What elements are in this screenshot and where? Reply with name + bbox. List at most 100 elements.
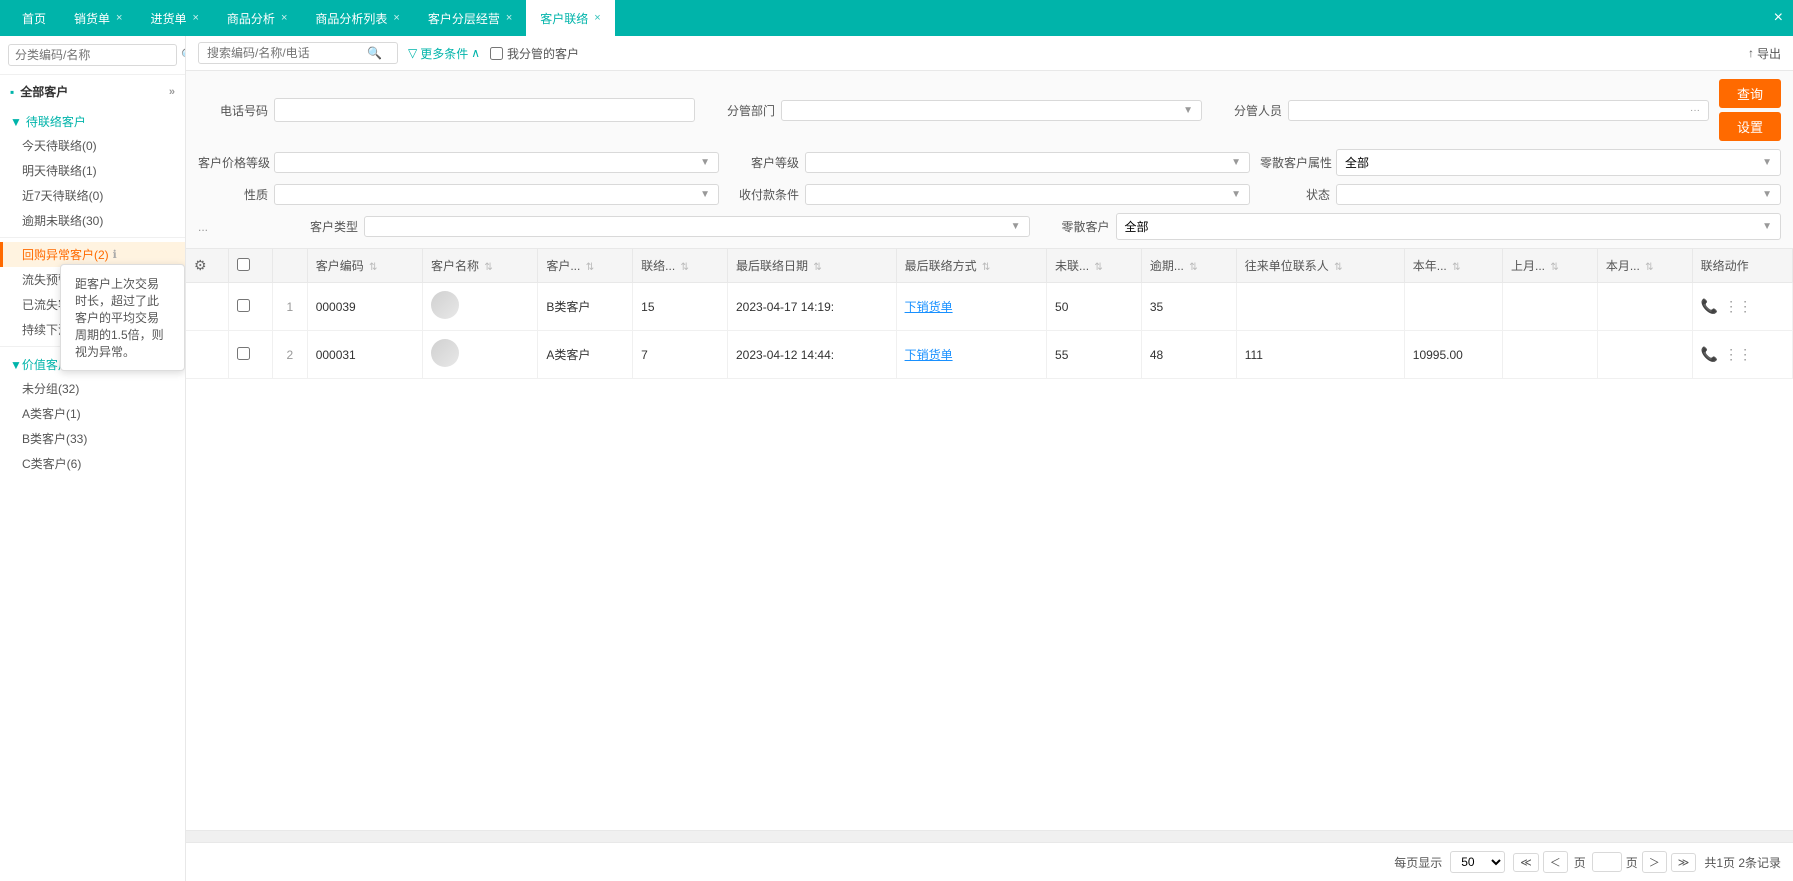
col-last-method[interactable]: 最后联络方式 ⇅ [896, 249, 1046, 283]
sidebar-search-input[interactable] [8, 44, 177, 66]
nav-customer-contact-close[interactable]: × [594, 12, 600, 24]
col-name[interactable]: 客户名称 ⇅ [423, 249, 538, 283]
col-company-contact-sort-icon[interactable]: ⇅ [1334, 262, 1342, 273]
page-size-select[interactable]: 50 100 200 [1450, 851, 1505, 873]
col-last-method-sort-icon[interactable]: ⇅ [982, 262, 990, 273]
page-input[interactable]: 1 [1592, 852, 1622, 872]
customer-level-select[interactable]: ▼ [805, 152, 1250, 173]
col-this-year[interactable]: 本年... ⇅ [1404, 249, 1502, 283]
col-uncontact-sort-icon[interactable]: ⇅ [1094, 262, 1102, 273]
nav-customer-seg-close[interactable]: × [506, 12, 512, 24]
sidebar-item-c-class[interactable]: C类客户(6) [0, 451, 185, 476]
col-check[interactable] [229, 249, 273, 283]
cell-check[interactable] [229, 283, 273, 331]
nav-customer-contact[interactable]: 客户联络 × [526, 0, 614, 36]
horizontal-scrollbar[interactable] [186, 830, 1793, 842]
col-this-year-label: 本年... [1413, 259, 1447, 273]
status-select[interactable]: ▼ [1336, 184, 1781, 205]
sidebar-search-icon[interactable]: 🔍 [181, 48, 186, 62]
sidebar-all-customers[interactable]: ▪ 全部客户 » [0, 75, 185, 108]
sidebar-item-today[interactable]: 今天待联络(0) [0, 133, 185, 158]
col-last-date[interactable]: 最后联络日期 ⇅ [728, 249, 897, 283]
col-company-contact[interactable]: 往来单位联系人 ⇅ [1236, 249, 1404, 283]
nav-sales-close[interactable]: × [116, 12, 122, 24]
next-page-btn[interactable]: ＞ [1642, 851, 1667, 873]
cell-last-method[interactable]: 下销货单 [896, 283, 1046, 331]
export-button[interactable]: ↑ 导出 [1748, 45, 1781, 62]
sidebar-item-7days[interactable]: 近7天待联络(0) [0, 183, 185, 208]
col-type[interactable]: 客户... ⇅ [538, 249, 633, 283]
nav-analysis-list-close[interactable]: × [393, 12, 399, 24]
last-method-link[interactable]: 下销货单 [905, 348, 953, 362]
nav-home[interactable]: 首页 [8, 0, 60, 36]
sidebar-item-overdue[interactable]: 逾期未联络(30) [0, 208, 185, 233]
my-customer-checkbox[interactable]: 我分管的客户 [490, 45, 579, 62]
sidebar-item-a-class[interactable]: A类客户(1) [0, 401, 185, 426]
sidebar-repurchase-info-icon: ℹ [113, 248, 117, 261]
cell-last-method[interactable]: 下销货单 [896, 331, 1046, 379]
col-last-date-sort-icon[interactable]: ⇅ [813, 262, 821, 273]
manager-select[interactable]: ··· [1288, 100, 1709, 121]
nav-purchase-close[interactable]: × [192, 12, 198, 24]
dept-select[interactable]: ▼ [781, 100, 1202, 121]
col-this-year-sort-icon[interactable]: ⇅ [1452, 262, 1460, 273]
col-this-month[interactable]: 本月... ⇅ [1597, 249, 1692, 283]
nav-analysis-close[interactable]: × [281, 12, 287, 24]
price-level-label: 客户价格等级 [198, 154, 268, 171]
action-phone-icon[interactable]: 📞 [1701, 298, 1718, 315]
retail-attr-select[interactable]: 全部▼ [1336, 149, 1781, 176]
first-page-btn[interactable]: ≪ [1513, 853, 1539, 872]
search-input[interactable] [207, 46, 367, 60]
retail-customer-select[interactable]: 全部▼ [1116, 213, 1782, 240]
col-uncontact-label: 未联... [1055, 259, 1089, 273]
col-this-month-sort-icon[interactable]: ⇅ [1645, 262, 1653, 273]
last-page-btn[interactable]: ≫ [1671, 853, 1697, 872]
last-method-link[interactable]: 下销货单 [905, 300, 953, 314]
action-more-icon[interactable]: ⋮⋮ [1724, 346, 1752, 363]
col-settings[interactable]: ⚙ [186, 249, 229, 283]
col-name-sort-icon[interactable]: ⇅ [484, 262, 492, 273]
nav-analysis[interactable]: 商品分析 × [213, 0, 301, 36]
col-code[interactable]: 客户编码 ⇅ [307, 249, 422, 283]
sidebar-item-tomorrow[interactable]: 明天待联络(1) [0, 158, 185, 183]
nav-customer-seg[interactable]: 客户分层经营 × [414, 0, 526, 36]
col-overdue[interactable]: 逾期... ⇅ [1141, 249, 1236, 283]
nav-purchase[interactable]: 进货单 × [136, 0, 212, 36]
nav-sales[interactable]: 销货单 × [60, 0, 136, 36]
query-button[interactable]: 查询 [1719, 79, 1781, 108]
action-phone-icon[interactable]: 📞 [1701, 346, 1718, 363]
row-checkbox[interactable] [237, 299, 250, 312]
cell-code: 000031 [307, 331, 422, 379]
col-contact[interactable]: 联络... ⇅ [633, 249, 728, 283]
select-all-checkbox[interactable] [237, 258, 250, 271]
customer-type-select[interactable]: ▼ [364, 216, 1030, 237]
search-bar-icon[interactable]: 🔍 [367, 46, 382, 60]
col-last-month-sort-icon[interactable]: ⇅ [1550, 262, 1558, 273]
close-all-button[interactable]: × [1774, 9, 1783, 27]
gender-select[interactable]: ▼ [274, 184, 719, 205]
phone-input[interactable] [274, 98, 695, 122]
col-last-method-label: 最后联络方式 [905, 259, 977, 273]
col-contact-sort-icon[interactable]: ⇅ [681, 262, 689, 273]
sidebar-collapse-btn[interactable]: » [169, 86, 175, 98]
col-last-month[interactable]: 上月... ⇅ [1502, 249, 1597, 283]
sidebar-pending-group[interactable]: ▼ 待联络客户 [0, 108, 185, 133]
row-checkbox[interactable] [237, 347, 250, 360]
customer-avatar [431, 339, 459, 367]
col-overdue-sort-icon[interactable]: ⇅ [1189, 262, 1197, 273]
sidebar-item-b-class[interactable]: B类客户(33) [0, 426, 185, 451]
col-uncontact[interactable]: 未联... ⇅ [1047, 249, 1142, 283]
action-more-icon[interactable]: ⋮⋮ [1724, 298, 1752, 315]
table-settings-icon[interactable]: ⚙ [194, 257, 207, 273]
sidebar-item-ungrouped[interactable]: 未分组(32) [0, 376, 185, 401]
settings-button[interactable]: 设置 [1719, 112, 1781, 141]
prev-page-btn[interactable]: ＜ [1543, 851, 1568, 873]
col-code-sort-icon[interactable]: ⇅ [369, 262, 377, 273]
my-customer-check[interactable] [490, 47, 503, 60]
more-conditions-btn[interactable]: ▽ 更多条件 ∧ [408, 45, 480, 62]
price-level-select[interactable]: ▼ [274, 152, 719, 173]
cell-check[interactable] [229, 331, 273, 379]
payment-select[interactable]: ▼ [805, 184, 1250, 205]
col-type-sort-icon[interactable]: ⇅ [586, 262, 594, 273]
nav-analysis-list[interactable]: 商品分析列表 × [301, 0, 413, 36]
